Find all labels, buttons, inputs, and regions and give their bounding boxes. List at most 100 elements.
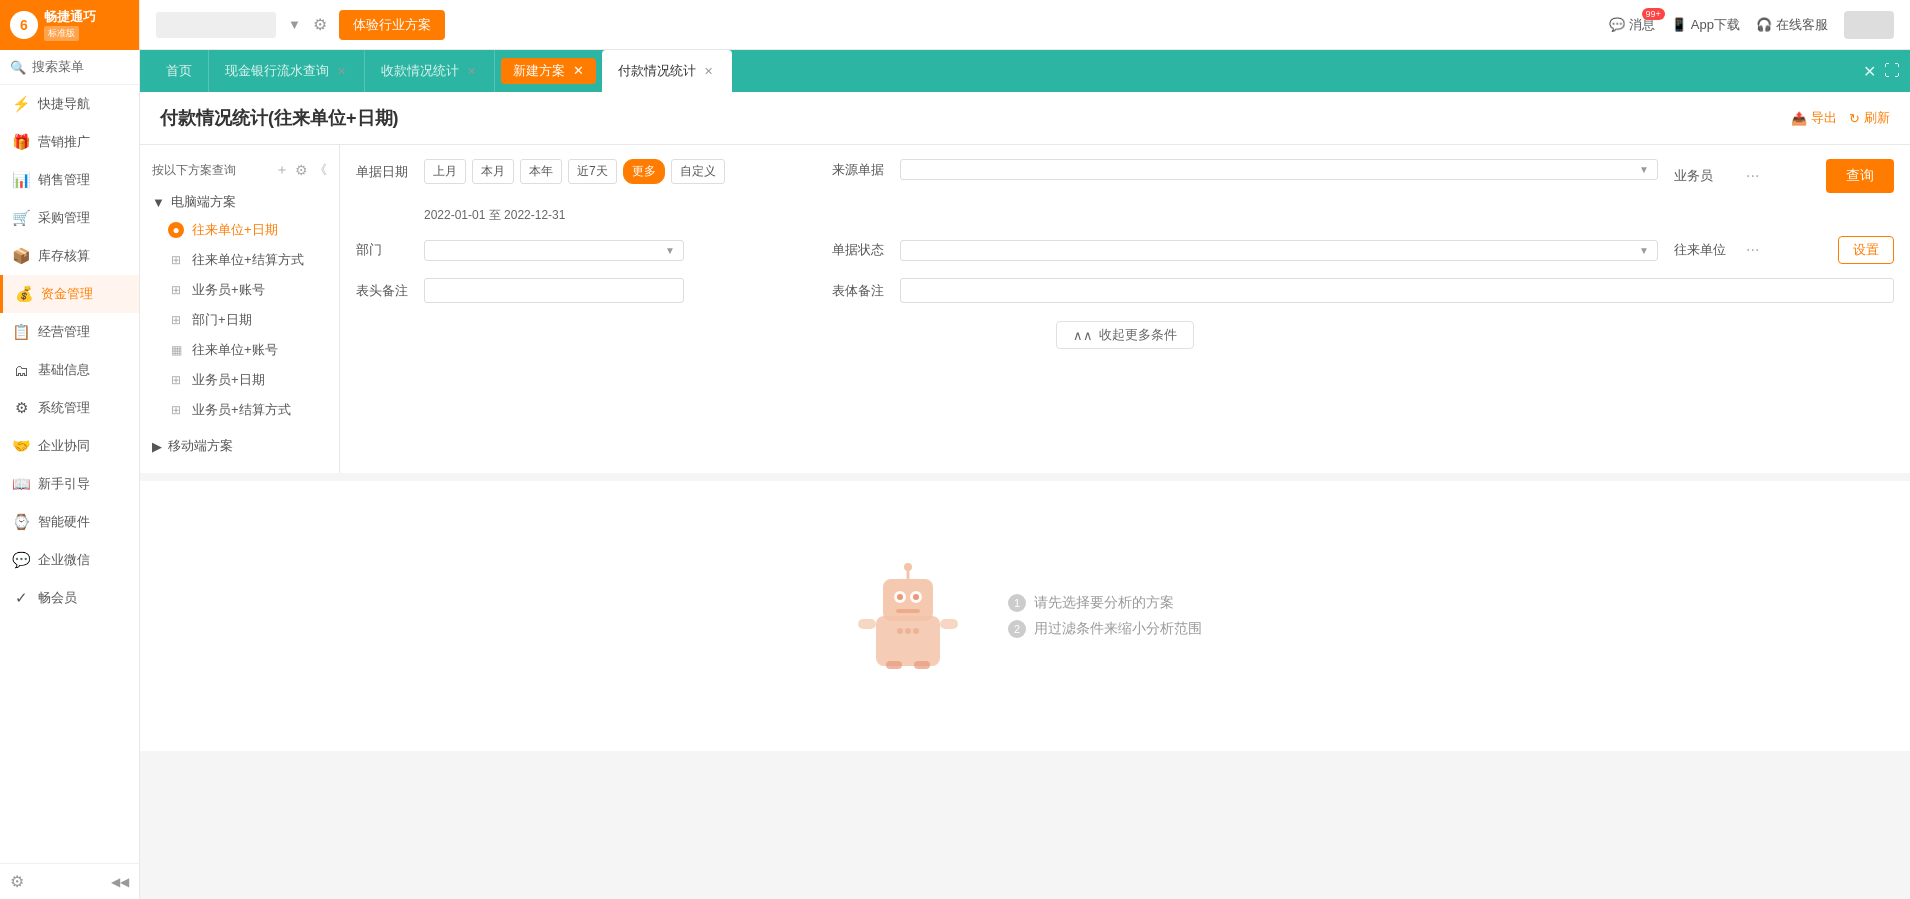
schema-item-salesperson-settle[interactable]: ⊞ 业务员+结算方式 [140,395,339,425]
date-range-text: 2022-01-01 至 2022-12-31 [424,208,565,222]
sidebar-item-purchase[interactable]: 🛒 采购管理 [0,199,139,237]
tab-receive-stats[interactable]: 收款情况统计 ✕ [365,50,495,92]
sidebar-item-label: 营销推广 [38,133,90,151]
footer-collapse-icon[interactable]: ◀◀ [111,875,129,889]
settings-icon[interactable]: ⚙ [313,15,327,34]
tab-home[interactable]: 首页 [150,50,209,92]
query-actions: 查询 [1826,159,1894,193]
top-bar: ▼ ⚙ 体验行业方案 💬 消息 99+ 📱 App下载 🎧 在线客服 [140,0,1910,50]
salesperson-dots[interactable]: ··· [1746,167,1759,185]
marketing-icon: 🎁 [12,133,30,151]
date-btn-more[interactable]: 更多 [623,159,665,184]
add-schema-icon[interactable]: ＋ [275,161,289,179]
date-btn-last-month[interactable]: 上月 [424,159,466,184]
svg-point-5 [913,594,919,600]
collapse-btn[interactable]: ∧∧ 收起更多条件 [1056,321,1194,349]
date-btn-this-year[interactable]: 本年 [520,159,562,184]
sidebar-item-enterprise[interactable]: 🤝 企业协同 [0,427,139,465]
schema-item-partner-settle[interactable]: ⊞ 往来单位+结算方式 [140,245,339,275]
schema-group-desktop-header[interactable]: ▼ 电脑端方案 [140,189,339,215]
search-menu-label: 搜索菜单 [32,58,84,76]
vip-icon: ✓ [12,589,30,607]
tab-bank-flow[interactable]: 现金银行流水查询 ✕ [209,50,365,92]
doc-status-select[interactable]: ▼ [900,240,1658,261]
dept-group: 部门 ▼ [356,240,816,261]
header-note-group: 表头备注 [356,278,816,303]
schema-item-dept-date[interactable]: ⊞ 部门+日期 [140,305,339,335]
page-content: 付款情况统计(往来单位+日期) 📤 导出 ↻ 刷新 按以下方案查询 ＋ [140,92,1910,899]
app-icon: 📱 [1671,17,1687,32]
sidebar-footer: ⚙ ◀◀ [0,863,139,899]
tab-pay-stats[interactable]: 付款情况统计 ✕ [602,50,732,92]
schema-settings-icon[interactable]: ⚙ [295,162,308,178]
tab-new-close[interactable]: ✕ [573,63,584,78]
search-menu[interactable]: 🔍 搜索菜单 [0,50,139,85]
sidebar-item-label: 畅会员 [38,589,77,607]
export-btn[interactable]: 📤 导出 [1791,109,1837,127]
settings-btn[interactable]: 设置 [1838,236,1894,264]
message-btn[interactable]: 💬 消息 99+ [1609,16,1655,34]
page-header-actions: 📤 导出 ↻ 刷新 [1791,109,1890,127]
system-icon: ⚙ [12,399,30,417]
tab-receive-stats-close[interactable]: ✕ [465,63,478,80]
schema-active-icon: ● [168,222,184,238]
tip-1-text: 请先选择要分析的方案 [1034,594,1174,612]
filter-sidebar: 按以下方案查询 ＋ ⚙ 《 ▼ 电脑端方案 ● 往来单位+日期 [140,145,340,473]
sidebar-item-sales[interactable]: 📊 销售管理 [0,161,139,199]
schema-item-label: 部门+日期 [192,311,252,329]
sidebar-item-quick-nav[interactable]: ⚡ 快捷导航 [0,85,139,123]
sidebar-item-system[interactable]: ⚙ 系统管理 [0,389,139,427]
schema-item-label: 往来单位+结算方式 [192,251,304,269]
schema-icon: ⊞ [168,372,184,388]
body-note-input[interactable] [900,278,1894,303]
query-btn[interactable]: 查询 [1826,159,1894,193]
sidebar-item-vip[interactable]: ✓ 畅会员 [0,579,139,617]
source-doc-select[interactable]: ▼ [900,159,1658,180]
schema-item-salesperson-date[interactable]: ⊞ 业务员+日期 [140,365,339,395]
app-download-btn[interactable]: 📱 App下载 [1671,16,1740,34]
fund-icon: 💰 [15,285,33,303]
footer-settings-icon[interactable]: ⚙ [10,872,24,891]
sidebar-version: 标准版 [44,26,79,41]
schema-item-partner-account[interactable]: ▦ 往来单位+账号 [140,335,339,365]
date-btn-7days[interactable]: 近7天 [568,159,617,184]
body-note-group: 表体备注 [832,278,1894,303]
tab-new-plan[interactable]: 新建方案 ✕ [501,58,596,84]
sidebar-item-hardware[interactable]: ⌚ 智能硬件 [0,503,139,541]
sidebar-item-operations[interactable]: 📋 经营管理 [0,313,139,351]
empty-tips: 1 请先选择要分析的方案 2 用过滤条件来缩小分析范围 [1008,594,1202,638]
date-btn-custom[interactable]: 自定义 [671,159,725,184]
tab-close-all-icon[interactable]: ✕ [1863,62,1876,81]
schema-item-label: 往来单位+账号 [192,341,278,359]
filter-collapse-icon[interactable]: 《 [314,161,327,179]
schema-group-mobile-header[interactable]: ▶ 移动端方案 [140,433,339,459]
schema-item-salesperson-account[interactable]: ⊞ 业务员+账号 [140,275,339,305]
svg-rect-6 [896,609,920,613]
sidebar-item-label: 企业协同 [38,437,90,455]
refresh-btn[interactable]: ↻ 刷新 [1849,109,1890,127]
sidebar-item-wechat[interactable]: 💬 企业微信 [0,541,139,579]
empty-tip-2: 2 用过滤条件来缩小分析范围 [1008,620,1202,638]
user-avatar[interactable] [1844,11,1894,39]
source-doc-label: 来源单据 [832,161,892,179]
tab-expand-icon[interactable]: ⛶ [1884,62,1900,80]
trial-btn[interactable]: 体验行业方案 [339,10,445,40]
partner-dots[interactable]: ··· [1746,241,1759,259]
date-btn-this-month[interactable]: 本月 [472,159,514,184]
sidebar-item-marketing[interactable]: 🎁 营销推广 [0,123,139,161]
service-btn[interactable]: 🎧 在线客服 [1756,16,1828,34]
sidebar-item-inventory[interactable]: 📦 库存核算 [0,237,139,275]
sidebar-item-basic-info[interactable]: 🗂 基础信息 [0,351,139,389]
header-note-input[interactable] [424,278,684,303]
tab-bank-flow-close[interactable]: ✕ [335,63,348,80]
collapse-btn-label: 收起更多条件 [1099,326,1177,344]
sidebar-item-fund[interactable]: 💰 资金管理 [0,275,139,313]
svg-rect-11 [886,661,902,669]
schema-item-partner-date[interactable]: ● 往来单位+日期 [140,215,339,245]
sidebar-item-guide[interactable]: 📖 新手引导 [0,465,139,503]
company-dropdown-icon[interactable]: ▼ [288,17,301,32]
dept-select[interactable]: ▼ [424,240,684,261]
tab-pay-stats-close[interactable]: ✕ [702,63,715,80]
schema-bar-icon: ▦ [168,342,184,358]
schema-icon: ⊞ [168,252,184,268]
